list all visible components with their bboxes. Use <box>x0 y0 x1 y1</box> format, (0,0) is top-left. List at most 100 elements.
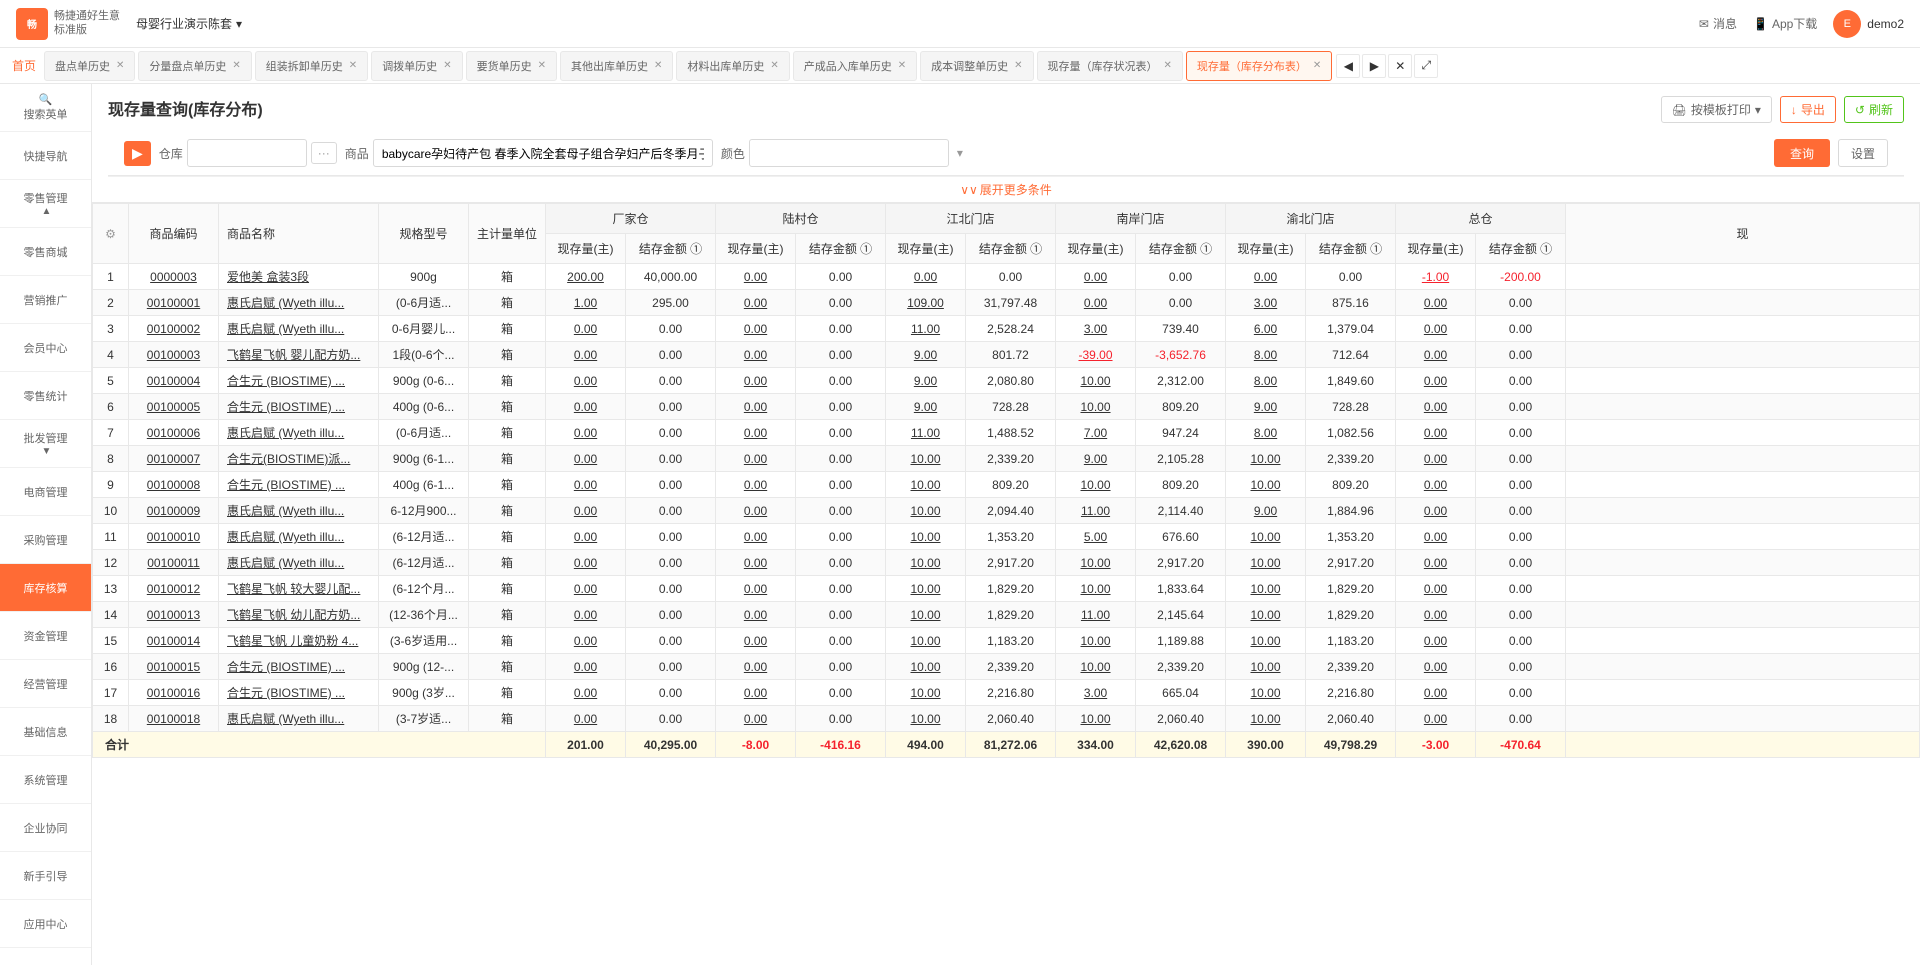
cell-lc-qty[interactable]: 0.00 <box>716 628 796 654</box>
cell-fj-qty[interactable]: 0.00 <box>546 576 626 602</box>
cell-name[interactable]: 惠氏启赋 (Wyeth illu... <box>219 290 379 316</box>
cell-yb-qty[interactable]: 9.00 <box>1226 394 1306 420</box>
cell-name[interactable]: 惠氏启赋 (Wyeth illu... <box>219 316 379 342</box>
cell-name[interactable]: 惠氏启赋 (Wyeth illu... <box>219 498 379 524</box>
cell-yb-qty[interactable]: 10.00 <box>1226 654 1306 680</box>
cell-yb-qty[interactable]: 10.00 <box>1226 706 1306 732</box>
cell-yb-qty[interactable]: 9.00 <box>1226 498 1306 524</box>
cell-total-qty[interactable]: 0.00 <box>1396 680 1476 706</box>
cell-yb-qty[interactable]: 10.00 <box>1226 680 1306 706</box>
cell-fj-qty[interactable]: 200.00 <box>546 264 626 290</box>
cell-fj-qty[interactable]: 0.00 <box>546 368 626 394</box>
cell-name[interactable]: 合生元(BIOSTIME)派... <box>219 446 379 472</box>
setting-button[interactable]: 设置 <box>1838 139 1888 167</box>
tab-item-1[interactable]: 盘点单历史 ✕ <box>44 51 135 81</box>
cell-total-qty[interactable]: 0.00 <box>1396 602 1476 628</box>
sidebar-item-wholesale[interactable]: 批发管理 ▼ <box>0 420 91 468</box>
cell-code[interactable]: 00100018 <box>129 706 219 732</box>
cell-fj-qty[interactable]: 0.00 <box>546 628 626 654</box>
cell-total-qty[interactable]: 0.00 <box>1396 290 1476 316</box>
cell-yb-qty[interactable]: 6.00 <box>1226 316 1306 342</box>
cell-total-qty[interactable]: 0.00 <box>1396 342 1476 368</box>
cell-jb-qty[interactable]: 0.00 <box>886 264 966 290</box>
cell-lc-qty[interactable]: 0.00 <box>716 446 796 472</box>
cell-fj-qty[interactable]: 0.00 <box>546 654 626 680</box>
cell-name[interactable]: 惠氏启赋 (Wyeth illu... <box>219 524 379 550</box>
cell-na-qty[interactable]: 0.00 <box>1056 290 1136 316</box>
warehouse-dots-btn[interactable]: ··· <box>311 142 337 164</box>
cell-na-qty[interactable]: 7.00 <box>1056 420 1136 446</box>
cell-na-qty[interactable]: 5.00 <box>1056 524 1136 550</box>
tab-close-icon[interactable]: ✕ <box>116 60 124 71</box>
expand-filter-btn[interactable]: ∨∨ 展开更多条件 <box>960 181 1052 198</box>
tab-close-icon[interactable]: ✕ <box>770 60 778 71</box>
cell-yb-qty[interactable]: 10.00 <box>1226 628 1306 654</box>
sidebar-item-enterprise[interactable]: 企业协同 <box>0 804 91 852</box>
tab-item-5[interactable]: 要货单历史 ✕ <box>466 51 557 81</box>
cell-total-qty[interactable]: 0.00 <box>1396 498 1476 524</box>
cell-name[interactable]: 合生元 (BIOSTIME) ... <box>219 654 379 680</box>
cell-fj-qty[interactable]: 0.00 <box>546 342 626 368</box>
cell-lc-qty[interactable]: 0.00 <box>716 498 796 524</box>
cell-code[interactable]: 00100016 <box>129 680 219 706</box>
cell-code[interactable]: 0000003 <box>129 264 219 290</box>
cell-jb-qty[interactable]: 10.00 <box>886 446 966 472</box>
sidebar-item-system[interactable]: 系统管理 <box>0 756 91 804</box>
sidebar-item-wechat[interactable]: 企业微信 <box>0 948 91 965</box>
cell-name[interactable]: 惠氏启赋 (Wyeth illu... <box>219 550 379 576</box>
cell-code[interactable]: 00100005 <box>129 394 219 420</box>
cell-name[interactable]: 飞鹤星飞帆 儿童奶粉 4... <box>219 628 379 654</box>
cell-lc-qty[interactable]: 0.00 <box>716 290 796 316</box>
cell-lc-qty[interactable]: 0.00 <box>716 550 796 576</box>
cell-jb-qty[interactable]: 10.00 <box>886 576 966 602</box>
table-container[interactable]: ⚙ 商品编码 商品名称 规格型号 主计量单位 厂家仓 陆村仓 江北门店 南岸门店… <box>92 203 1920 965</box>
cell-na-qty[interactable]: 10.00 <box>1056 550 1136 576</box>
cell-name[interactable]: 合生元 (BIOSTIME) ... <box>219 394 379 420</box>
cell-total-qty[interactable]: 0.00 <box>1396 446 1476 472</box>
cell-code[interactable]: 00100004 <box>129 368 219 394</box>
tab-close-icon[interactable]: ✕ <box>349 60 357 71</box>
cell-fj-qty[interactable]: 0.00 <box>546 550 626 576</box>
cell-fj-qty[interactable]: 0.00 <box>546 316 626 342</box>
cell-lc-qty[interactable]: 0.00 <box>716 602 796 628</box>
cell-lc-qty[interactable]: 0.00 <box>716 342 796 368</box>
user-menu[interactable]: E demo2 <box>1833 10 1904 38</box>
sidebar-item-quicknav[interactable]: 快捷导航 <box>0 132 91 180</box>
filter-toggle-btn[interactable]: ▶ <box>124 141 151 166</box>
tab-item-10[interactable]: 现存量（库存状况表） ✕ <box>1037 51 1183 81</box>
cell-lc-qty[interactable]: 0.00 <box>716 420 796 446</box>
cell-fj-qty[interactable]: 0.00 <box>546 446 626 472</box>
tab-item-11[interactable]: 现存量（库存分布表） ✕ <box>1186 51 1332 81</box>
goods-input[interactable] <box>373 139 713 167</box>
cell-jb-qty[interactable]: 9.00 <box>886 342 966 368</box>
cell-yb-qty[interactable]: 10.00 <box>1226 472 1306 498</box>
sidebar-item-retail-mall[interactable]: 零售商城 <box>0 228 91 276</box>
tab-nav-expand[interactable]: ⤢ <box>1414 54 1438 78</box>
tab-nav-prev[interactable]: ◀ <box>1336 54 1360 78</box>
cell-jb-qty[interactable]: 10.00 <box>886 654 966 680</box>
tab-item-2[interactable]: 分量盘点单历史 ✕ <box>138 51 251 81</box>
tab-item-3[interactable]: 组装拆卸单历史 ✕ <box>255 51 368 81</box>
tab-item-7[interactable]: 材料出库单历史 ✕ <box>676 51 789 81</box>
cell-na-qty[interactable]: 10.00 <box>1056 628 1136 654</box>
sidebar-item-search[interactable]: 🔍 搜索英单 <box>0 84 91 132</box>
sidebar-item-ecommerce[interactable]: 电商管理 <box>0 468 91 516</box>
cell-total-qty[interactable]: 0.00 <box>1396 524 1476 550</box>
tab-item-9[interactable]: 成本调整单历史 ✕ <box>920 51 1033 81</box>
sidebar-item-marketing[interactable]: 营销推广 <box>0 276 91 324</box>
cell-jb-qty[interactable]: 10.00 <box>886 524 966 550</box>
tab-nav-close[interactable]: ✕ <box>1388 54 1412 78</box>
cell-yb-qty[interactable]: 0.00 <box>1226 264 1306 290</box>
cell-na-qty[interactable]: 9.00 <box>1056 446 1136 472</box>
tab-item-4[interactable]: 调拨单历史 ✕ <box>371 51 462 81</box>
sidebar-item-purchase[interactable]: 采购管理 <box>0 516 91 564</box>
cell-yb-qty[interactable]: 10.00 <box>1226 446 1306 472</box>
cell-yb-qty[interactable]: 3.00 <box>1226 290 1306 316</box>
cell-na-qty[interactable]: 10.00 <box>1056 394 1136 420</box>
cell-na-qty[interactable]: 3.00 <box>1056 680 1136 706</box>
sidebar-item-inventory[interactable]: 库存核算 <box>0 564 91 612</box>
cell-code[interactable]: 00100003 <box>129 342 219 368</box>
cell-lc-qty[interactable]: 0.00 <box>716 706 796 732</box>
cell-total-qty[interactable]: 0.00 <box>1396 576 1476 602</box>
cell-jb-qty[interactable]: 10.00 <box>886 602 966 628</box>
